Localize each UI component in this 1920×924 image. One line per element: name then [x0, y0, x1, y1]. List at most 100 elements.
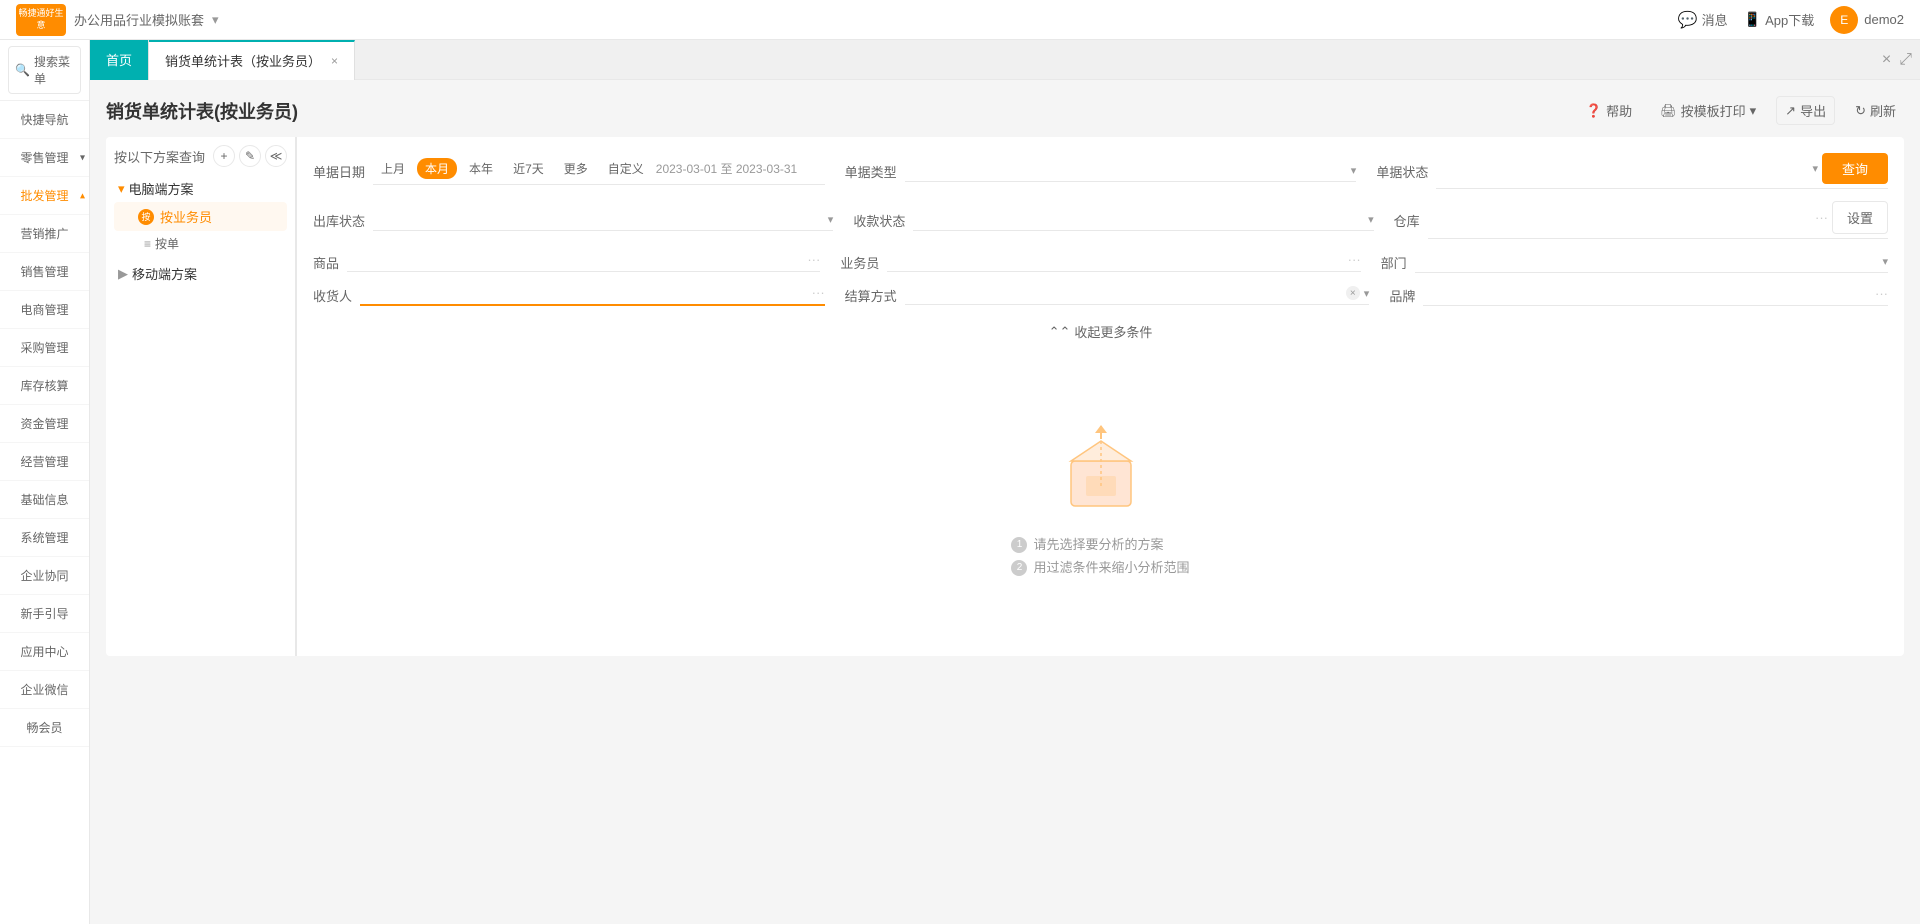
doc-status-right: ▾ 查询 [1436, 153, 1888, 189]
hint-item-1: 1 请先选择要分析的方案 [1011, 533, 1189, 556]
payment-field: × ▾ [905, 286, 1370, 305]
search-menu-button[interactable]: 🔍 搜索菜单 [8, 46, 81, 94]
message-button[interactable]: 💬 消息 [1678, 10, 1728, 30]
settings-button[interactable]: 设置 [1832, 201, 1888, 234]
sidebar-item-sales-mgmt[interactable]: 销售管理 [0, 253, 89, 291]
doc-status-actions: ▾ 查询 [1812, 153, 1888, 184]
scheme-title: 按以下方案查询 [114, 147, 205, 166]
scheme-group-mobile-header[interactable]: ▶ 移动端方案 [114, 260, 287, 287]
sidebar-item-purchase[interactable]: 采购管理 [0, 329, 89, 367]
refresh-icon: ↻ [1855, 103, 1866, 119]
sidebar-item-inventory[interactable]: 库存核算 [0, 367, 89, 405]
main-content: 销货单统计表(按业务员) ❓ 帮助 🖨 按模板打印 ▾ ↗ [90, 80, 1920, 924]
app-logo: 畅捷通好生意 [16, 4, 66, 36]
top-title-dropdown[interactable]: ▾ [212, 12, 219, 28]
collapse-button[interactable]: ⌃⌃ 收起更多条件 [1041, 314, 1161, 349]
date-tab-this-year[interactable]: 本年 [461, 157, 501, 180]
receipt-status-label: 收款状态 [841, 211, 905, 230]
sidebar-item-system[interactable]: 系统管理 [0, 519, 89, 557]
scheme-group-desktop-header[interactable]: ▾ 电脑端方案 [114, 175, 287, 202]
scheme-collapse-button[interactable]: ≪ [265, 145, 287, 167]
app-download-button[interactable]: 📱 App下载 [1744, 10, 1815, 29]
sidebar-item-enterprise-wechat[interactable]: 企业微信 [0, 671, 89, 709]
brand-more-icon[interactable]: ··· [1875, 286, 1888, 301]
chevron-up-icon: ▴ [80, 190, 85, 201]
search-icon: 🔍 [15, 63, 30, 77]
scheme-edit-button[interactable]: ✎ [239, 145, 261, 167]
sidebar-item-marketing[interactable]: 营销推广 [0, 215, 89, 253]
date-tab-7days[interactable]: 近7天 [505, 157, 552, 180]
sidebar-item-app-center[interactable]: 应用中心 [0, 633, 89, 671]
goods-label: 商品 [313, 253, 339, 272]
sidebar-item-member[interactable]: 畅会员 [0, 709, 89, 747]
print-button[interactable]: 🖨 按模板打印 ▾ [1652, 97, 1764, 124]
sidebar-item-finance[interactable]: 资金管理 [0, 405, 89, 443]
tab-close-all-icon[interactable]: × [1882, 51, 1891, 69]
tab-maximize-icon[interactable]: ⤢ [1899, 51, 1912, 69]
scheme-actions: + ✎ ≪ [213, 145, 287, 167]
sidebar-item-retail[interactable]: 零售管理 ▾ [0, 139, 89, 177]
goods-more-icon[interactable]: ··· [807, 252, 820, 267]
sidebar-item-basic-info[interactable]: 基础信息 [0, 481, 89, 519]
avatar: E [1830, 6, 1858, 34]
sidebar: 🔍 搜索菜单 快捷导航 零售管理 ▾ 批发管理 ▴ 营销推广 销售管理 [0, 40, 90, 924]
sidebar-item-enterprise[interactable]: 企业协同 [0, 557, 89, 595]
doc-status-label: 单据状态 [1364, 162, 1428, 181]
date-tab-custom[interactable]: 自定义 [600, 157, 652, 180]
hint-num-2: 2 [1011, 560, 1027, 576]
refresh-button[interactable]: ↻ 刷新 [1847, 97, 1904, 124]
warehouse-more-icon[interactable]: ··· [1815, 210, 1828, 225]
receipt-status-select[interactable]: ▾ [913, 209, 1373, 231]
consignee-more-icon[interactable]: ··· [812, 285, 825, 300]
doc-type-select[interactable]: ▾ [905, 160, 1357, 182]
tab-current[interactable]: 销货单统计表（按业务员） × [149, 40, 355, 80]
scheme-item-by-salesperson[interactable]: 按 按业务员 [114, 202, 287, 231]
tab-home[interactable]: 首页 [90, 40, 149, 80]
date-tab-this-month[interactable]: 本月 [417, 158, 457, 179]
scheme-add-button[interactable]: + [213, 145, 235, 167]
top-bar-left: 畅捷通好生意 办公用品行业模拟账套 ▾ [16, 4, 219, 36]
date-tab-more[interactable]: 更多 [556, 157, 596, 180]
sidebar-item-operation[interactable]: 经营管理 [0, 443, 89, 481]
hint-item-2: 2 用过滤条件来缩小分析范围 [1011, 556, 1189, 579]
print-dropdown-icon: ▾ [1750, 103, 1757, 119]
phone-icon: 📱 [1744, 11, 1761, 28]
salesperson-field: ··· [887, 252, 1360, 272]
export-button[interactable]: ↗ 导出 [1776, 96, 1835, 125]
scheme-panel: 按以下方案查询 + ✎ ≪ [106, 137, 296, 656]
sidebar-item-wholesale[interactable]: 批发管理 ▴ [0, 177, 89, 215]
collapse-area: ⌃⌃ 收起更多条件 [313, 314, 1888, 349]
brand-label: 品牌 [1377, 286, 1415, 305]
department-select[interactable]: ▾ [1415, 251, 1888, 273]
list-icon: ≡ [144, 237, 151, 251]
help-button[interactable]: ❓ 帮助 [1578, 97, 1640, 124]
query-button[interactable]: 查询 [1822, 153, 1888, 184]
chevron-down-icon: ▾ [118, 181, 125, 197]
top-bar: 畅捷通好生意 办公用品行业模拟账套 ▾ 💬 消息 📱 App下载 E demo2 [0, 0, 1920, 40]
payment-right: × ▾ [1346, 286, 1370, 300]
doc-status-dropdown-icon[interactable]: ▾ [1812, 162, 1818, 175]
sidebar-item-quick-nav[interactable]: 快捷导航 [0, 101, 89, 139]
sidebar-item-newbie[interactable]: 新手引导 [0, 595, 89, 633]
consignee-field: ··· [360, 285, 825, 306]
empty-hints: 1 请先选择要分析的方案 2 用过滤条件来缩小分析范围 [1011, 533, 1189, 580]
payment-label: 结算方式 [833, 286, 897, 305]
page-header: 销货单统计表(按业务员) ❓ 帮助 🖨 按模板打印 ▾ ↗ [106, 96, 1904, 125]
salesperson-more-icon[interactable]: ··· [1348, 252, 1361, 267]
sidebar-item-ecommerce[interactable]: 电商管理 [0, 291, 89, 329]
date-label: 单据日期 [313, 162, 365, 181]
payment-dropdown-icon[interactable]: ▾ [1364, 287, 1370, 300]
payment-clear-icon[interactable]: × [1346, 286, 1360, 300]
tab-close-icon[interactable]: × [331, 54, 338, 68]
page-actions: ❓ 帮助 🖨 按模板打印 ▾ ↗ 导出 ↻ [1578, 96, 1904, 125]
date-tab-last-month[interactable]: 上月 [373, 157, 413, 180]
date-range-display: 2023-03-01 至 2023-03-31 [656, 160, 797, 177]
hint-num-1: 1 [1011, 537, 1027, 553]
user-menu[interactable]: E demo2 [1830, 6, 1904, 34]
help-icon: ❓ [1586, 103, 1602, 119]
scheme-item-by-order[interactable]: ≡ 按单 [114, 231, 287, 256]
warehouse-label: 仓库 [1382, 211, 1420, 230]
out-status-select[interactable]: ▾ [373, 209, 833, 231]
filter-row-2: 出库状态 ▾ 收款状态 ▾ 仓库 [313, 201, 1888, 239]
empty-state: 1 请先选择要分析的方案 2 用过滤条件来缩小分析范围 [313, 361, 1888, 640]
